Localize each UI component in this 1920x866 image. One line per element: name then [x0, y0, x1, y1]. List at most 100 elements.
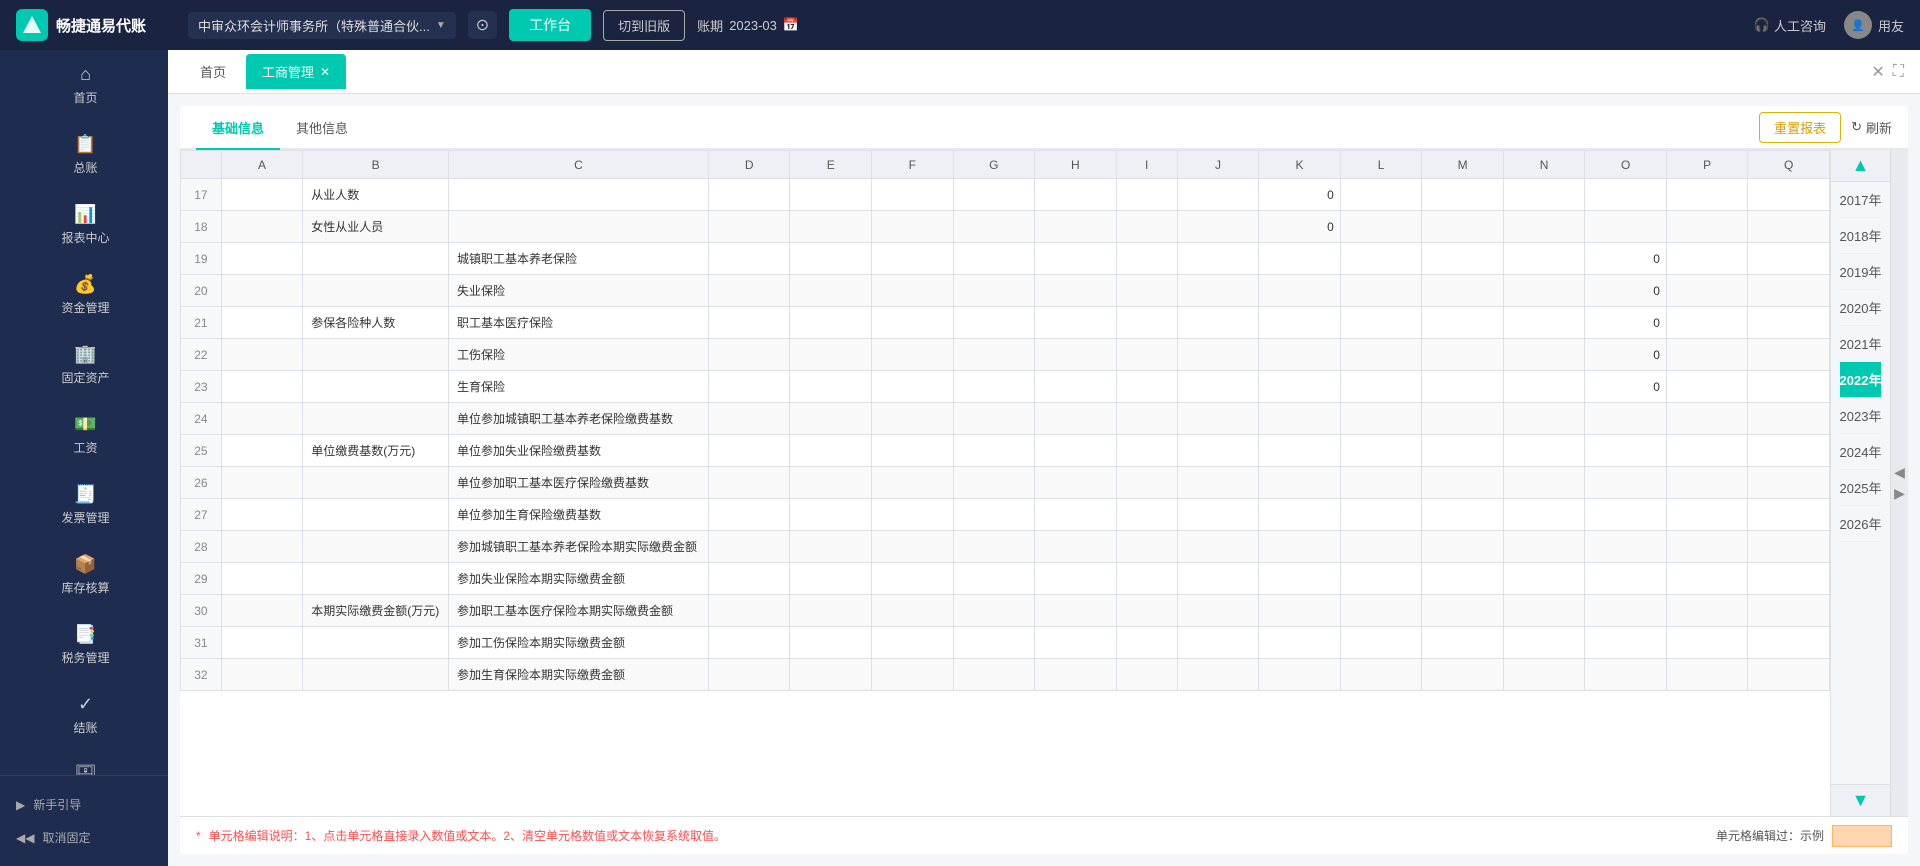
workbench-button[interactable]: 工作台 — [509, 9, 591, 41]
cell-31-i[interactable] — [1116, 627, 1177, 659]
cell-23-k[interactable] — [1259, 371, 1341, 403]
col-header-p[interactable]: P — [1666, 151, 1748, 179]
cell-24-g[interactable] — [953, 403, 1035, 435]
cell-19-k[interactable] — [1259, 243, 1341, 275]
sidebar-item-home[interactable]: ⌂ 首页 — [0, 50, 168, 120]
cell-25-n[interactable] — [1503, 435, 1585, 467]
cell-21-k[interactable] — [1259, 307, 1341, 339]
cell-24-l[interactable] — [1340, 403, 1422, 435]
cell-27-i[interactable] — [1116, 499, 1177, 531]
cell-31-c[interactable]: 参加工伤保险本期实际缴费金额 — [449, 627, 709, 659]
sidebar-item-inventory[interactable]: 📦 库存核算 — [0, 540, 168, 610]
cell-21-o[interactable]: 0 — [1585, 307, 1667, 339]
cell-23-l[interactable] — [1340, 371, 1422, 403]
cell-28-k[interactable] — [1259, 531, 1341, 563]
cell-31-m[interactable] — [1422, 627, 1504, 659]
cell-19-l[interactable] — [1340, 243, 1422, 275]
cell-29-j[interactable] — [1177, 563, 1259, 595]
cell-31-o[interactable] — [1585, 627, 1667, 659]
cell-32-g[interactable] — [953, 659, 1035, 691]
cell-29-c[interactable]: 参加失业保险本期实际缴费金额 — [449, 563, 709, 595]
cell-25-g[interactable] — [953, 435, 1035, 467]
sidebar-item-assets[interactable]: 🏢 固定资产 — [0, 330, 168, 400]
cell-29-p[interactable] — [1666, 563, 1748, 595]
col-header-m[interactable]: M — [1422, 151, 1504, 179]
cell-29-e[interactable] — [790, 563, 872, 595]
cell-23-d[interactable] — [708, 371, 790, 403]
cell-20-f[interactable] — [871, 275, 953, 307]
cell-22-m[interactable] — [1422, 339, 1504, 371]
cell-20-b[interactable] — [303, 275, 449, 307]
cell-17-i[interactable] — [1116, 179, 1177, 211]
cell-24-p[interactable] — [1666, 403, 1748, 435]
cell-25-f[interactable] — [871, 435, 953, 467]
cell-31-h[interactable] — [1035, 627, 1117, 659]
cell-17-d[interactable] — [708, 179, 790, 211]
cell-32-f[interactable] — [871, 659, 953, 691]
cell-27-f[interactable] — [871, 499, 953, 531]
cell-25-l[interactable] — [1340, 435, 1422, 467]
close-all-button[interactable]: ✕ — [1871, 62, 1884, 82]
cell-28-o[interactable] — [1585, 531, 1667, 563]
cell-31-j[interactable] — [1177, 627, 1259, 659]
year-item[interactable]: 2024年 — [1840, 434, 1882, 470]
cell-31-f[interactable] — [871, 627, 953, 659]
col-header-o[interactable]: O — [1585, 151, 1667, 179]
cell-26-m[interactable] — [1422, 467, 1504, 499]
cell-26-j[interactable] — [1177, 467, 1259, 499]
cell-22-q[interactable] — [1748, 339, 1830, 371]
cell-24-f[interactable] — [871, 403, 953, 435]
col-header-n[interactable]: N — [1503, 151, 1585, 179]
user-area[interactable]: 👤 用友 — [1844, 11, 1904, 39]
cell-27-m[interactable] — [1422, 499, 1504, 531]
cell-32-d[interactable] — [708, 659, 790, 691]
cell-26-d[interactable] — [708, 467, 790, 499]
cell-19-i[interactable] — [1116, 243, 1177, 275]
cell-25-j[interactable] — [1177, 435, 1259, 467]
tab-bizmanage[interactable]: 工商管理 ✕ — [246, 54, 346, 89]
cell-17-f[interactable] — [871, 179, 953, 211]
sub-tab-other[interactable]: 其他信息 — [280, 106, 364, 150]
cell-18-d[interactable] — [708, 211, 790, 243]
cell-29-l[interactable] — [1340, 563, 1422, 595]
cell-28-j[interactable] — [1177, 531, 1259, 563]
cell-25-k[interactable] — [1259, 435, 1341, 467]
year-item[interactable]: 2017年 — [1840, 182, 1882, 218]
cell-17-m[interactable] — [1422, 179, 1504, 211]
col-header-f[interactable]: F — [871, 151, 953, 179]
cell-19-j[interactable] — [1177, 243, 1259, 275]
sub-tab-basic[interactable]: 基础信息 — [196, 106, 280, 150]
cell-26-e[interactable] — [790, 467, 872, 499]
cell-30-m[interactable] — [1422, 595, 1504, 627]
cell-19-d[interactable] — [708, 243, 790, 275]
col-header-h[interactable]: H — [1035, 151, 1117, 179]
cell-20-k[interactable] — [1259, 275, 1341, 307]
cell-23-n[interactable] — [1503, 371, 1585, 403]
cell-21-i[interactable] — [1116, 307, 1177, 339]
cell-30-i[interactable] — [1116, 595, 1177, 627]
year-panel-up-button[interactable]: ▲ — [1831, 150, 1890, 182]
cell-32-c[interactable]: 参加生育保险本期实际缴费金额 — [449, 659, 709, 691]
right-expand-panel[interactable]: ◀ ▶ — [1890, 150, 1908, 816]
cell-18-i[interactable] — [1116, 211, 1177, 243]
cell-17-p[interactable] — [1666, 179, 1748, 211]
cell-28-n[interactable] — [1503, 531, 1585, 563]
cell-24-k[interactable] — [1259, 403, 1341, 435]
cell-31-k[interactable] — [1259, 627, 1341, 659]
cell-21-h[interactable] — [1035, 307, 1117, 339]
cell-23-j[interactable] — [1177, 371, 1259, 403]
cell-19-p[interactable] — [1666, 243, 1748, 275]
cell-28-g[interactable] — [953, 531, 1035, 563]
cell-31-l[interactable] — [1340, 627, 1422, 659]
year-panel-down-button[interactable]: ▼ — [1831, 784, 1890, 816]
cell-29-a[interactable] — [221, 563, 303, 595]
cell-26-a[interactable] — [221, 467, 303, 499]
cell-21-n[interactable] — [1503, 307, 1585, 339]
cell-28-f[interactable] — [871, 531, 953, 563]
cell-22-n[interactable] — [1503, 339, 1585, 371]
cell-26-b[interactable] — [303, 467, 449, 499]
cell-29-n[interactable] — [1503, 563, 1585, 595]
cell-18-f[interactable] — [871, 211, 953, 243]
cell-26-h[interactable] — [1035, 467, 1117, 499]
cell-20-j[interactable] — [1177, 275, 1259, 307]
